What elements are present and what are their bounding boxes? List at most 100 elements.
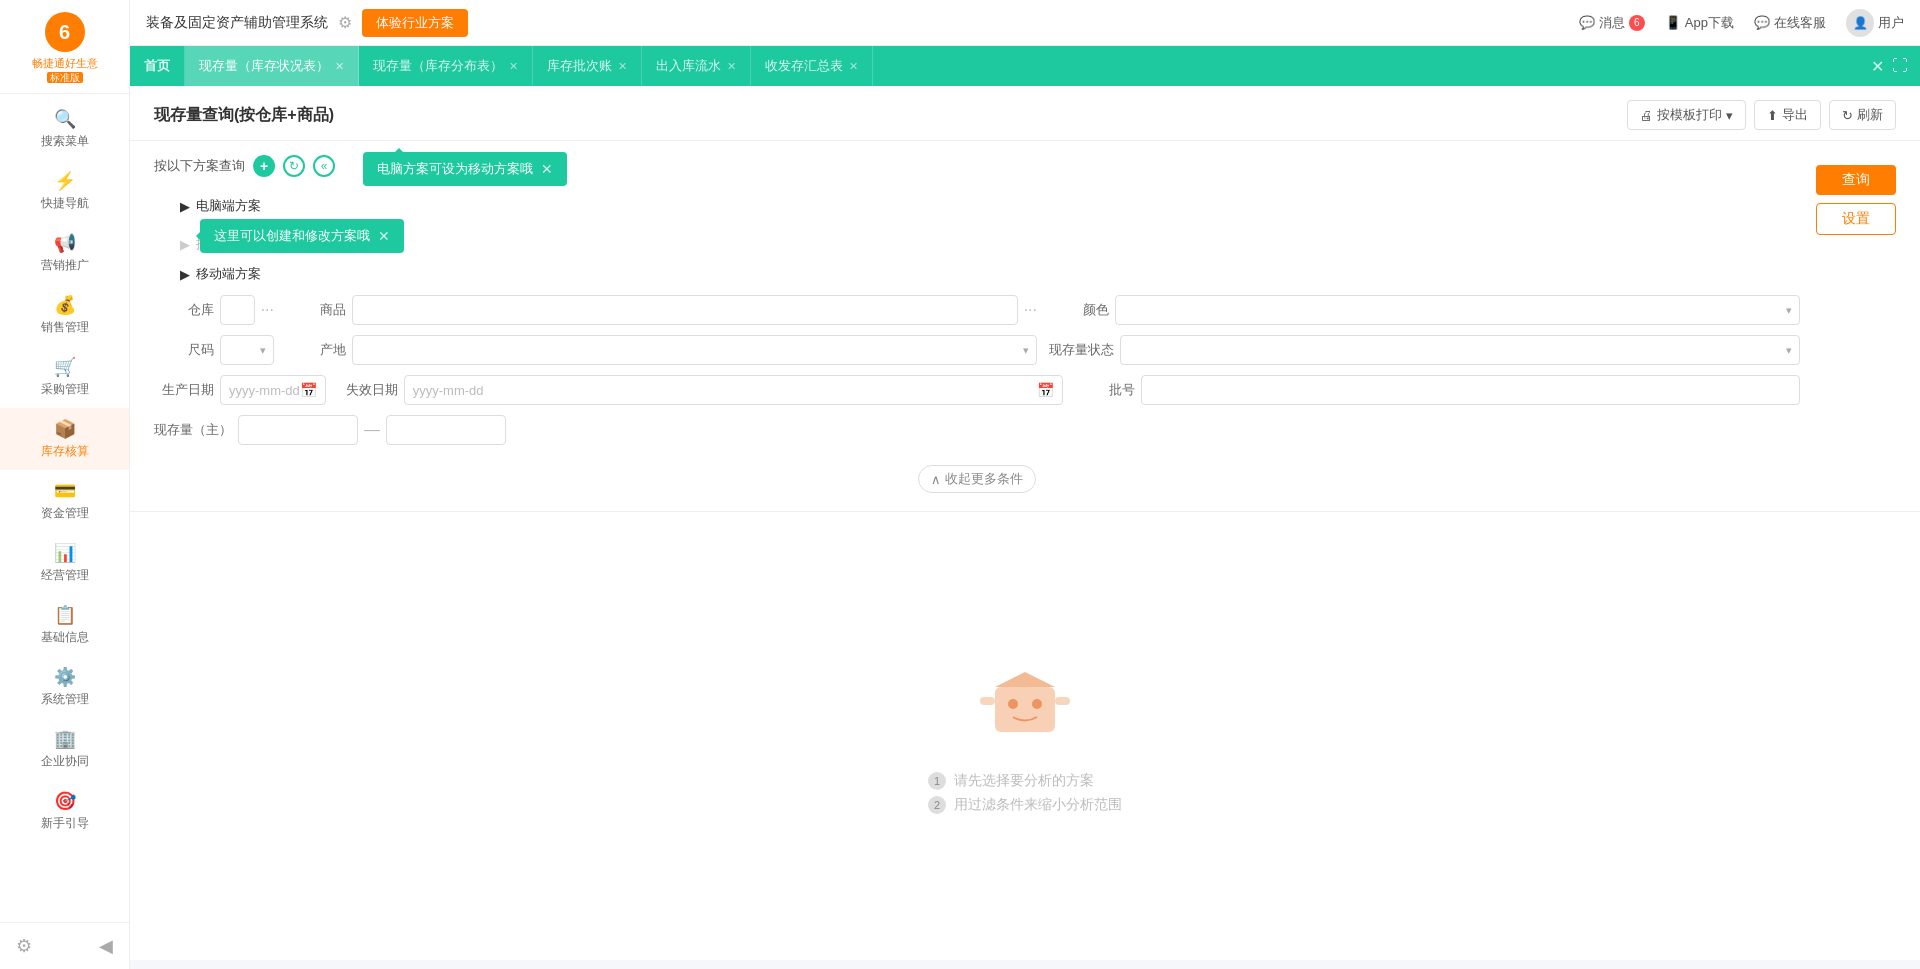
scheme-mobile[interactable]: ▶ 移动端方案 — [170, 259, 1800, 289]
sidebar-item-quick[interactable]: ⚡ 快捷导航 — [0, 160, 129, 222]
warehouse-dots-btn[interactable]: ··· — [261, 301, 274, 319]
filter-area: 按以下方案查询 + ↻ « 电脑方案可设为移动方案哦 ✕ — [130, 141, 1920, 511]
collapse-sidebar-icon[interactable]: ◀ — [99, 935, 113, 957]
logo-icon: 6 — [45, 12, 85, 52]
collapse-button[interactable]: ∧ 收起更多条件 — [918, 465, 1036, 493]
print-button[interactable]: 🖨 按模板打印 ▾ — [1627, 100, 1746, 130]
sidebar-item-guide[interactable]: 🎯 新手引导 — [0, 780, 129, 842]
finance-icon: 💳 — [54, 480, 76, 502]
product-dots-btn[interactable]: ··· — [1024, 301, 1037, 319]
top-header: 装备及固定资产辅助管理系统 ⚙ 体验行业方案 💬 消息 6 📱 App下载 💬 … — [130, 0, 1920, 46]
tabs-close-all-icon[interactable]: ✕ — [1871, 57, 1884, 76]
filter-refresh-button[interactable]: ↻ — [283, 155, 305, 177]
print-icon: 🖨 — [1640, 108, 1653, 123]
tab-close-receive-summary[interactable]: ✕ — [849, 60, 858, 73]
system-icon: ⚙️ — [54, 666, 76, 688]
sidebar-item-system[interactable]: ⚙️ 系统管理 — [0, 656, 129, 718]
page-title-bar: 现存量查询(按仓库+商品) 🖨 按模板打印 ▾ ⬆ 导出 ↻ 刷新 — [130, 86, 1920, 141]
export-button[interactable]: ⬆ 导出 — [1754, 100, 1821, 130]
tabs-right-actions: ✕ ⛶ — [1871, 57, 1920, 76]
empty-state-illustration — [975, 652, 1075, 752]
notice-icon: 💬 — [1579, 15, 1595, 30]
produce-date-input[interactable]: yyyy-mm-dd 📅 — [220, 375, 326, 405]
sidebar: 6 畅捷通好生意 标准版 🔍 搜索菜单 ⚡ 快捷导航 📢 营销推广 💰 销售管理… — [0, 0, 130, 969]
produce-date-field: 生产日期 yyyy-mm-dd 📅 — [154, 375, 326, 405]
produce-date-label: 生产日期 — [154, 381, 214, 399]
stock-main-field: 现存量（主） — — [154, 415, 506, 445]
color-label: 颜色 — [1049, 301, 1109, 319]
filter-add-button[interactable]: + — [253, 155, 275, 177]
trial-button[interactable]: 体验行业方案 — [362, 9, 468, 37]
sidebar-item-operations[interactable]: 📊 经营管理 — [0, 532, 129, 594]
batch-field: 批号 — [1075, 375, 1800, 405]
user-action[interactable]: 👤 用户 — [1846, 9, 1904, 37]
sidebar-item-finance[interactable]: 💳 资金管理 — [0, 470, 129, 532]
tab-close-inventory-dist[interactable]: ✕ — [509, 60, 518, 73]
filter-row-4: 现存量（主） — — [154, 415, 1800, 445]
stock-status-field: 现存量状态 ▾ — [1049, 335, 1800, 365]
refresh-button[interactable]: ↻ 刷新 — [1829, 100, 1896, 130]
settings-bottom-icon[interactable]: ⚙ — [16, 935, 32, 957]
color-select[interactable] — [1115, 295, 1800, 325]
sidebar-item-marketing[interactable]: 📢 营销推广 — [0, 222, 129, 284]
online-service-action[interactable]: 💬 在线客服 — [1754, 14, 1826, 32]
size-label: 尺码 — [154, 341, 214, 359]
tab-receive-summary[interactable]: 收发存汇总表 ✕ — [751, 46, 873, 86]
tab-home[interactable]: 首页 — [130, 46, 185, 86]
guide-icon: 🎯 — [54, 790, 76, 812]
filter-rows: 仓库 ··· 商品 ··· 颜色 — [154, 295, 1800, 445]
export-icon: ⬆ — [1767, 108, 1778, 123]
sidebar-bottom: ⚙ ◀ — [0, 922, 129, 969]
stock-main-start[interactable] — [238, 415, 358, 445]
tabs-expand-icon[interactable]: ⛶ — [1892, 57, 1908, 75]
scheme-tooltip-close[interactable]: ✕ — [541, 161, 553, 177]
app-download-action[interactable]: 📱 App下载 — [1665, 14, 1734, 32]
tab-inventory-dist[interactable]: 现存量（库存分布表） ✕ — [359, 46, 533, 86]
stock-main-label: 现存量（主） — [154, 421, 232, 439]
stock-main-end[interactable] — [386, 415, 506, 445]
tab-inventory-status[interactable]: 现存量（库存状况表） ✕ — [185, 46, 359, 86]
batch-input[interactable] — [1141, 375, 1800, 405]
size-select[interactable] — [220, 335, 274, 365]
settings-button[interactable]: 设置 — [1816, 203, 1896, 235]
tab-close-inventory-batch[interactable]: ✕ — [618, 60, 627, 73]
sidebar-item-purchase[interactable]: 🛒 采购管理 — [0, 346, 129, 408]
tabs-bar: 首页 现存量（库存状况表） ✕ 现存量（库存分布表） ✕ 库存批次账 ✕ 出入库… — [130, 46, 1920, 86]
arrow-right-icon: ▶ — [180, 199, 190, 214]
origin-select[interactable] — [352, 335, 1037, 365]
sidebar-item-enterprise[interactable]: 🏢 企业协同 — [0, 718, 129, 780]
notice-action[interactable]: 💬 消息 6 — [1579, 14, 1645, 32]
tab-close-inventory-status[interactable]: ✕ — [335, 60, 344, 73]
print-dropdown-icon: ▾ — [1726, 108, 1733, 123]
warehouse-label: 仓库 — [154, 301, 214, 319]
tab-close-inventory-flow[interactable]: ✕ — [727, 60, 736, 73]
product-field: 商品 ··· — [286, 295, 1037, 325]
stock-status-select[interactable] — [1120, 335, 1800, 365]
purchase-icon: 🛒 — [54, 356, 76, 378]
sidebar-nav: 🔍 搜索菜单 ⚡ 快捷导航 📢 营销推广 💰 销售管理 🛒 采购管理 📦 库存核… — [0, 94, 129, 922]
warehouse-input[interactable] — [220, 295, 255, 325]
page-content: 现存量查询(按仓库+商品) 🖨 按模板打印 ▾ ⬆ 导出 ↻ 刷新 — [130, 86, 1920, 969]
sidebar-item-search[interactable]: 🔍 搜索菜单 — [0, 98, 129, 160]
tab-inventory-batch[interactable]: 库存批次账 ✕ — [533, 46, 642, 86]
origin-label: 产地 — [286, 341, 346, 359]
expire-date-input[interactable]: yyyy-mm-dd 📅 — [404, 375, 1063, 405]
logo-tag: 标准版 — [47, 72, 83, 83]
marketing-icon: 📢 — [54, 232, 76, 254]
sidebar-item-sales[interactable]: 💰 销售管理 — [0, 284, 129, 346]
filter-action-col: 查询 设置 — [1800, 155, 1896, 497]
search-button[interactable]: 查询 — [1816, 165, 1896, 195]
phone-icon: 📱 — [1665, 15, 1681, 30]
edit-tooltip-close[interactable]: ✕ — [378, 228, 390, 244]
origin-field: 产地 ▾ — [286, 335, 1037, 365]
empty-state: 1 请先选择要分析的方案 2 用过滤条件来缩小分析范围 — [130, 572, 1920, 900]
scheme-pc[interactable]: ▶ 电脑端方案 — [170, 191, 1800, 221]
inventory-icon: 📦 — [54, 418, 76, 440]
sidebar-item-inventory[interactable]: 📦 库存核算 — [0, 408, 129, 470]
filter-back-button[interactable]: « — [313, 155, 335, 177]
product-input[interactable] — [352, 295, 1018, 325]
sidebar-item-basic[interactable]: 📋 基础信息 — [0, 594, 129, 656]
tab-inventory-flow[interactable]: 出入库流水 ✕ — [642, 46, 751, 86]
filter-row-2: 尺码 ▾ 产地 ▾ — [154, 335, 1800, 365]
settings-gear-icon[interactable]: ⚙ — [338, 13, 352, 32]
